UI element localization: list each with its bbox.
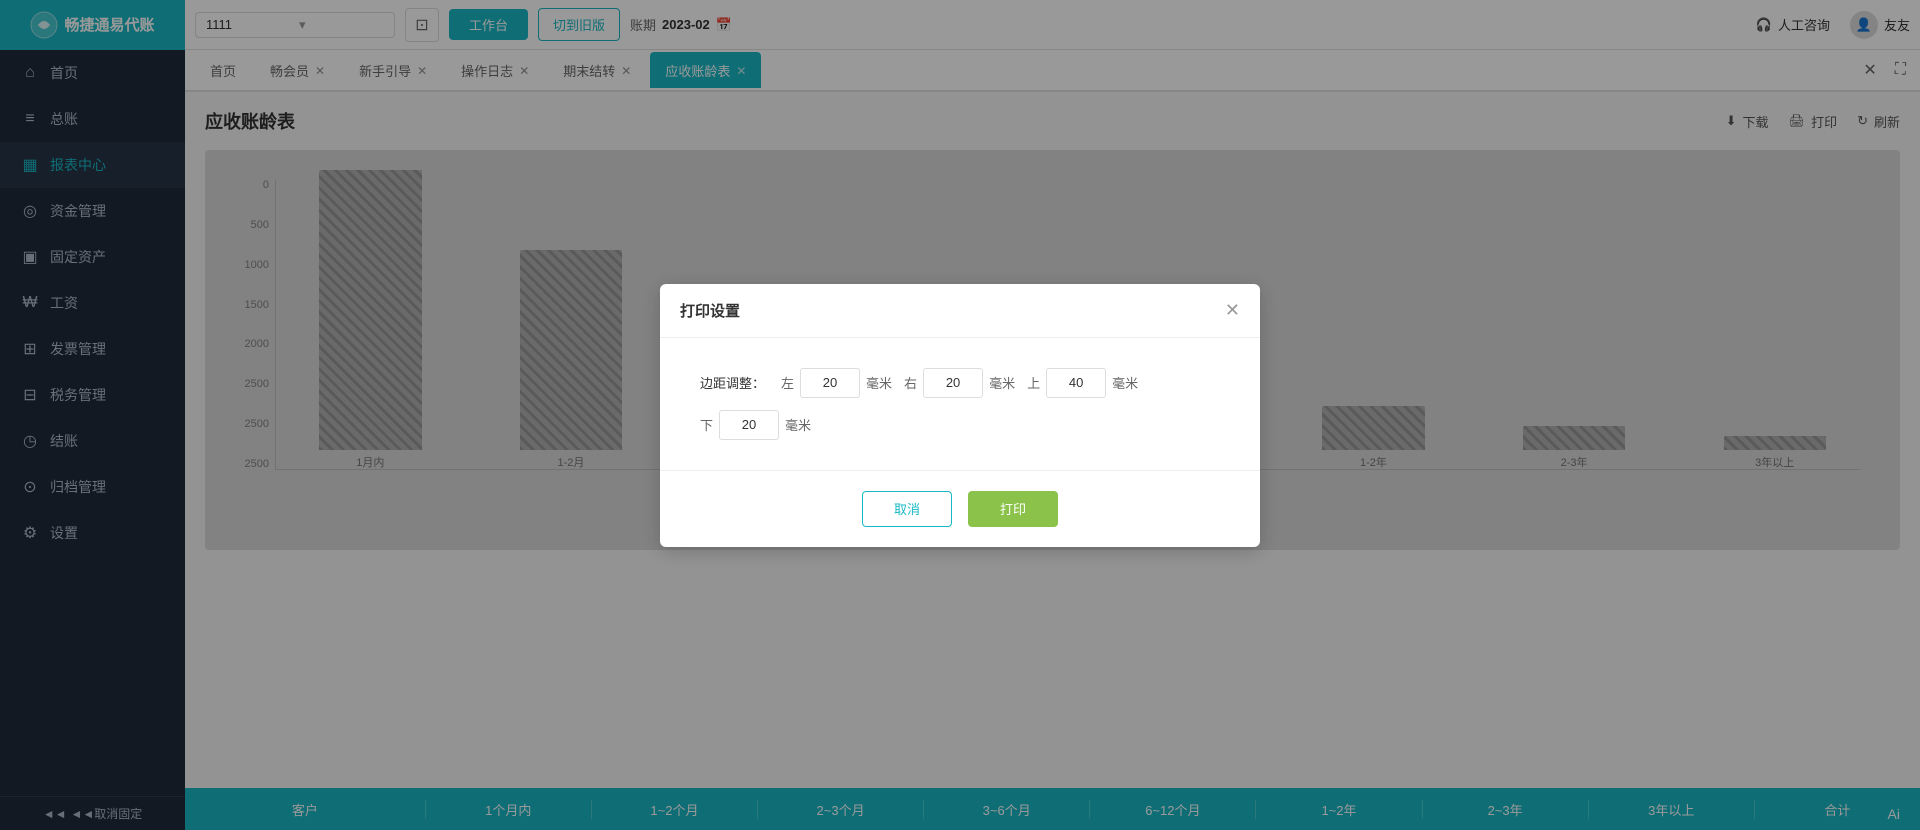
top-unit: 毫米 bbox=[1112, 373, 1138, 392]
right-unit: 毫米 bbox=[989, 373, 1015, 392]
bottom-unit: 毫米 bbox=[785, 415, 811, 434]
margin-label: 边距调整： bbox=[700, 373, 765, 392]
modal-close-button[interactable]: ✕ bbox=[1225, 301, 1240, 319]
modal-body: 边距调整： 左 毫米 右 毫米 上 毫米 下 bbox=[660, 338, 1260, 470]
print-settings-modal: 打印设置 ✕ 边距调整： 左 毫米 右 毫米 上 毫米 bbox=[660, 284, 1260, 547]
modal-overlay[interactable]: 打印设置 ✕ 边距调整： 左 毫米 右 毫米 上 毫米 bbox=[0, 0, 1920, 830]
margin-left-input[interactable] bbox=[800, 368, 860, 398]
right-label: 右 bbox=[904, 373, 917, 392]
left-label: 左 bbox=[781, 373, 794, 392]
left-unit: 毫米 bbox=[866, 373, 892, 392]
margin-left-group: 左 毫米 bbox=[781, 368, 892, 398]
cancel-button[interactable]: 取消 bbox=[862, 491, 952, 527]
margin-right-input[interactable] bbox=[923, 368, 983, 398]
margin-right-group: 右 毫米 bbox=[904, 368, 1015, 398]
modal-title: 打印设置 bbox=[680, 300, 740, 321]
bottom-label: 下 bbox=[700, 415, 713, 434]
margin-bottom-input[interactable] bbox=[719, 410, 779, 440]
top-label: 上 bbox=[1027, 373, 1040, 392]
print-confirm-button[interactable]: 打印 bbox=[968, 491, 1058, 527]
margin-top-group: 上 毫米 bbox=[1027, 368, 1138, 398]
margin-top-input[interactable] bbox=[1046, 368, 1106, 398]
margin-row: 边距调整： 左 毫米 右 毫米 上 毫米 下 bbox=[700, 368, 1220, 440]
modal-header: 打印设置 ✕ bbox=[660, 284, 1260, 338]
margin-bottom-group: 下 毫米 bbox=[700, 410, 811, 440]
modal-footer: 取消 打印 bbox=[660, 470, 1260, 547]
